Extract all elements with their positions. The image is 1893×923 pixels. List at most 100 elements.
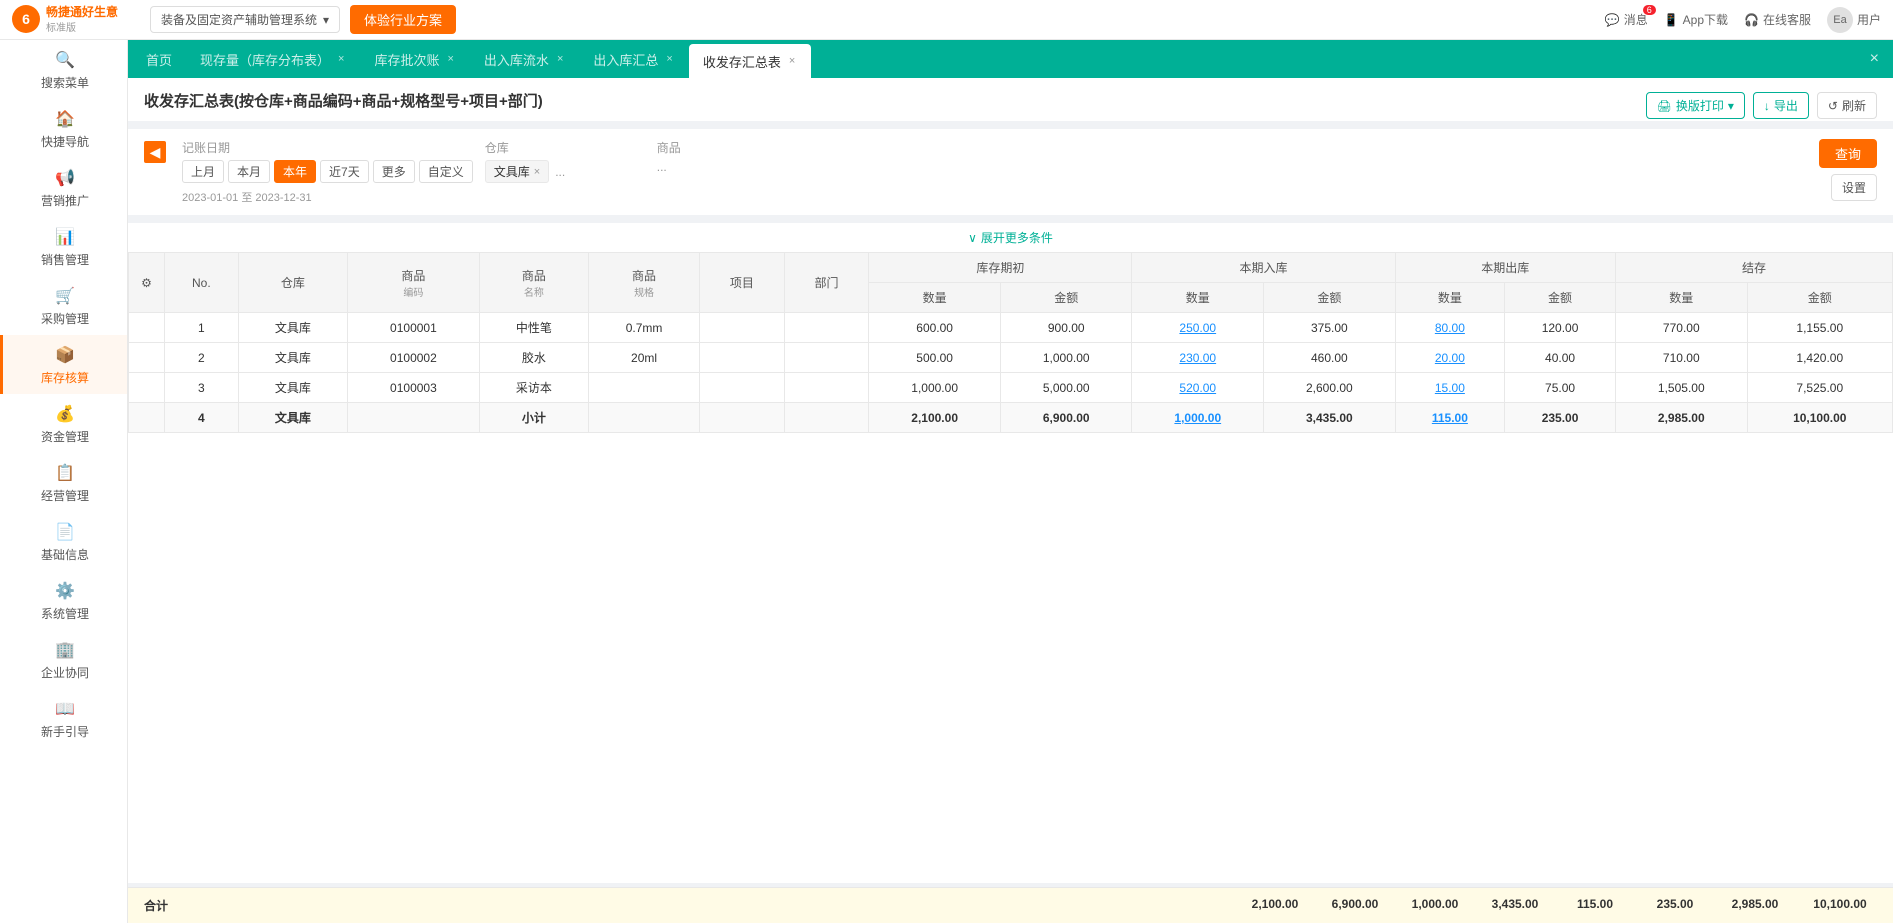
footer-opening-amt: 6,900.00 [1315,897,1395,914]
guide-icon: 📖 [55,699,75,719]
app-selector[interactable]: 装备及固定资产辅助管理系统 ▾ [150,6,340,33]
subtotal-out-amt: 235.00 [1505,403,1616,433]
goods-ellipsis[interactable]: ... [657,160,777,174]
sidebar-item-operations[interactable]: 📋 经营管理 [0,453,127,512]
tab-home[interactable]: 首页 [132,40,186,78]
th-dept: 部门 [784,253,869,313]
row2-opening-qty: 500.00 [869,343,1001,373]
date-range: 2023-01-01 至 2023-12-31 [182,189,473,205]
th-no: No. [165,253,239,313]
footer-out-amt: 235.00 [1635,897,1715,914]
page-actions: 🖨 换版打印 ▾ ↓ 导出 ↺ 刷新 [1646,92,1877,119]
settings-small-button[interactable]: 设置 [1831,174,1877,201]
th-opening-qty: 数量 [869,283,1001,313]
warehouse-ellipsis[interactable]: ... [555,165,565,179]
row1-out-qty[interactable]: 80.00 [1395,313,1505,343]
tab-batch[interactable]: 库存批次账 × [360,40,469,78]
trial-button[interactable]: 体验行业方案 [350,5,456,34]
sidebar-item-inventory[interactable]: 📦 库存核算 [0,335,127,394]
row3-in-qty[interactable]: 520.00 [1132,373,1264,403]
warehouse-tag-close[interactable]: × [534,166,540,178]
subtotal-opening-qty: 2,100.00 [869,403,1001,433]
refresh-button[interactable]: ↺ 刷新 [1817,92,1877,119]
sidebar-item-purchase[interactable]: 🛒 采购管理 [0,276,127,335]
sidebar-item-finance[interactable]: 💰 资金管理 [0,394,127,453]
row3-no: 3 [165,373,239,403]
table-row: 3 文具库 0100003 采访本 1,000.00 5,000.00 520.… [129,373,1893,403]
sidebar-item-quicknav[interactable]: 🏠 快捷导航 [0,99,127,158]
sidebar-item-marketing[interactable]: 📢 营销推广 [0,158,127,217]
tab-bar-close[interactable]: × [1860,50,1889,68]
footer-balance-amt: 10,100.00 [1795,897,1885,914]
sidebar-item-guide[interactable]: 📖 新手引导 [0,689,127,748]
tab-close-batch[interactable]: × [445,51,455,67]
sidebar-item-corp[interactable]: 🏢 企业协同 [0,630,127,689]
tab-recv-send[interactable]: 收发存汇总表 × [689,44,811,78]
finance-icon: 💰 [55,404,75,424]
row3-out-qty[interactable]: 15.00 [1395,373,1505,403]
app-download-item[interactable]: 📱 App下载 [1664,11,1728,28]
date-btn-7days[interactable]: 近7天 [320,160,369,183]
sales-icon: 📊 [55,227,75,247]
footer-opening-qty: 2,100.00 [1235,897,1315,914]
printer-icon: 🖨 [1657,99,1672,113]
subtotal-balance-amt: 10,100.00 [1747,403,1892,433]
row1-out-amt: 120.00 [1505,313,1616,343]
export-button[interactable]: ↓ 导出 [1753,92,1809,119]
tab-inout-summary[interactable]: 出入库汇总 × [579,40,688,78]
print-button[interactable]: 🖨 换版打印 ▾ [1646,92,1745,119]
refresh-icon: ↺ [1828,99,1838,113]
footer-out-qty: 115.00 [1555,897,1635,914]
subtotal-in-qty[interactable]: 1,000.00 [1132,403,1264,433]
sidebar-item-basic[interactable]: 📄 基础信息 [0,512,127,571]
filter-warehouse-section: 仓库 文具库 × ... [485,139,645,183]
chevron-down-icon: ▾ [323,13,329,27]
row1-project [699,313,784,343]
user-item[interactable]: Ea 用户 [1827,7,1881,33]
sidebar-item-search[interactable]: 🔍 搜索菜单 [0,40,127,99]
filter-bar: ◀ 记账日期 上月 本月 本年 近7天 更多 自定义 2023-01-01 至 … [128,129,1893,215]
sidebar-item-sales[interactable]: 📊 销售管理 [0,217,127,276]
tab-close-recv-send[interactable]: × [787,53,797,69]
row1-no: 1 [165,313,239,343]
row1-in-qty[interactable]: 250.00 [1132,313,1264,343]
tab-inventory-dist[interactable]: 现存量（库存分布表） × [186,40,360,78]
table-row: 2 文具库 0100002 胶水 20ml 500.00 1,000.00 23… [129,343,1893,373]
row2-code: 0100002 [348,343,480,373]
tab-close-inout-flow[interactable]: × [555,51,565,67]
goods-label: 商品 [657,139,777,156]
row2-no: 2 [165,343,239,373]
export-icon: ↓ [1764,99,1770,113]
page-title: 收发存汇总表(按仓库+商品编码+商品+规格型号+项目+部门) [144,90,543,111]
messages-item[interactable]: 💬 消息 6 [1605,11,1648,28]
row1-dept [784,313,869,343]
tab-close-inout-summary[interactable]: × [664,51,674,67]
date-btn-this-year[interactable]: 本年 [274,160,316,183]
messages-badge: 6 [1643,5,1656,15]
row3-out-amt: 75.00 [1505,373,1616,403]
query-button[interactable]: 查询 [1819,139,1877,168]
footer-balance-qty: 2,985.00 [1715,897,1795,914]
filter-date-section: 记账日期 上月 本月 本年 近7天 更多 自定义 2023-01-01 至 20… [182,139,473,205]
operations-icon: 📋 [55,463,75,483]
content-area: 首页 现存量（库存分布表） × 库存批次账 × 出入库流水 × 出入库汇总 × … [128,40,1893,923]
row2-name: 胶水 [479,343,588,373]
sidebar-item-system[interactable]: ⚙️ 系统管理 [0,571,127,630]
tab-inout-flow[interactable]: 出入库流水 × [470,40,579,78]
date-btn-last-month[interactable]: 上月 [182,160,224,183]
date-btn-more[interactable]: 更多 [373,160,415,183]
row2-in-qty[interactable]: 230.00 [1132,343,1264,373]
expand-more-button[interactable]: ∨ 展开更多条件 [968,229,1053,246]
th-settings[interactable]: ⚙ [129,253,165,313]
online-service-item[interactable]: 🎧 在线客服 [1744,11,1811,28]
th-out-qty: 数量 [1395,283,1505,313]
subtotal-out-qty[interactable]: 115.00 [1395,403,1505,433]
row1-warehouse: 文具库 [238,313,347,343]
date-btn-this-month[interactable]: 本月 [228,160,270,183]
row2-out-qty[interactable]: 20.00 [1395,343,1505,373]
page-title-row: 收发存汇总表(按仓库+商品编码+商品+规格型号+项目+部门) 🖨 换版打印 ▾ … [144,90,1877,121]
tab-close-inventory-dist[interactable]: × [336,51,346,67]
filter-toggle-button[interactable]: ◀ [144,141,166,163]
th-in-amt: 金额 [1264,283,1396,313]
date-btn-custom[interactable]: 自定义 [419,160,473,183]
